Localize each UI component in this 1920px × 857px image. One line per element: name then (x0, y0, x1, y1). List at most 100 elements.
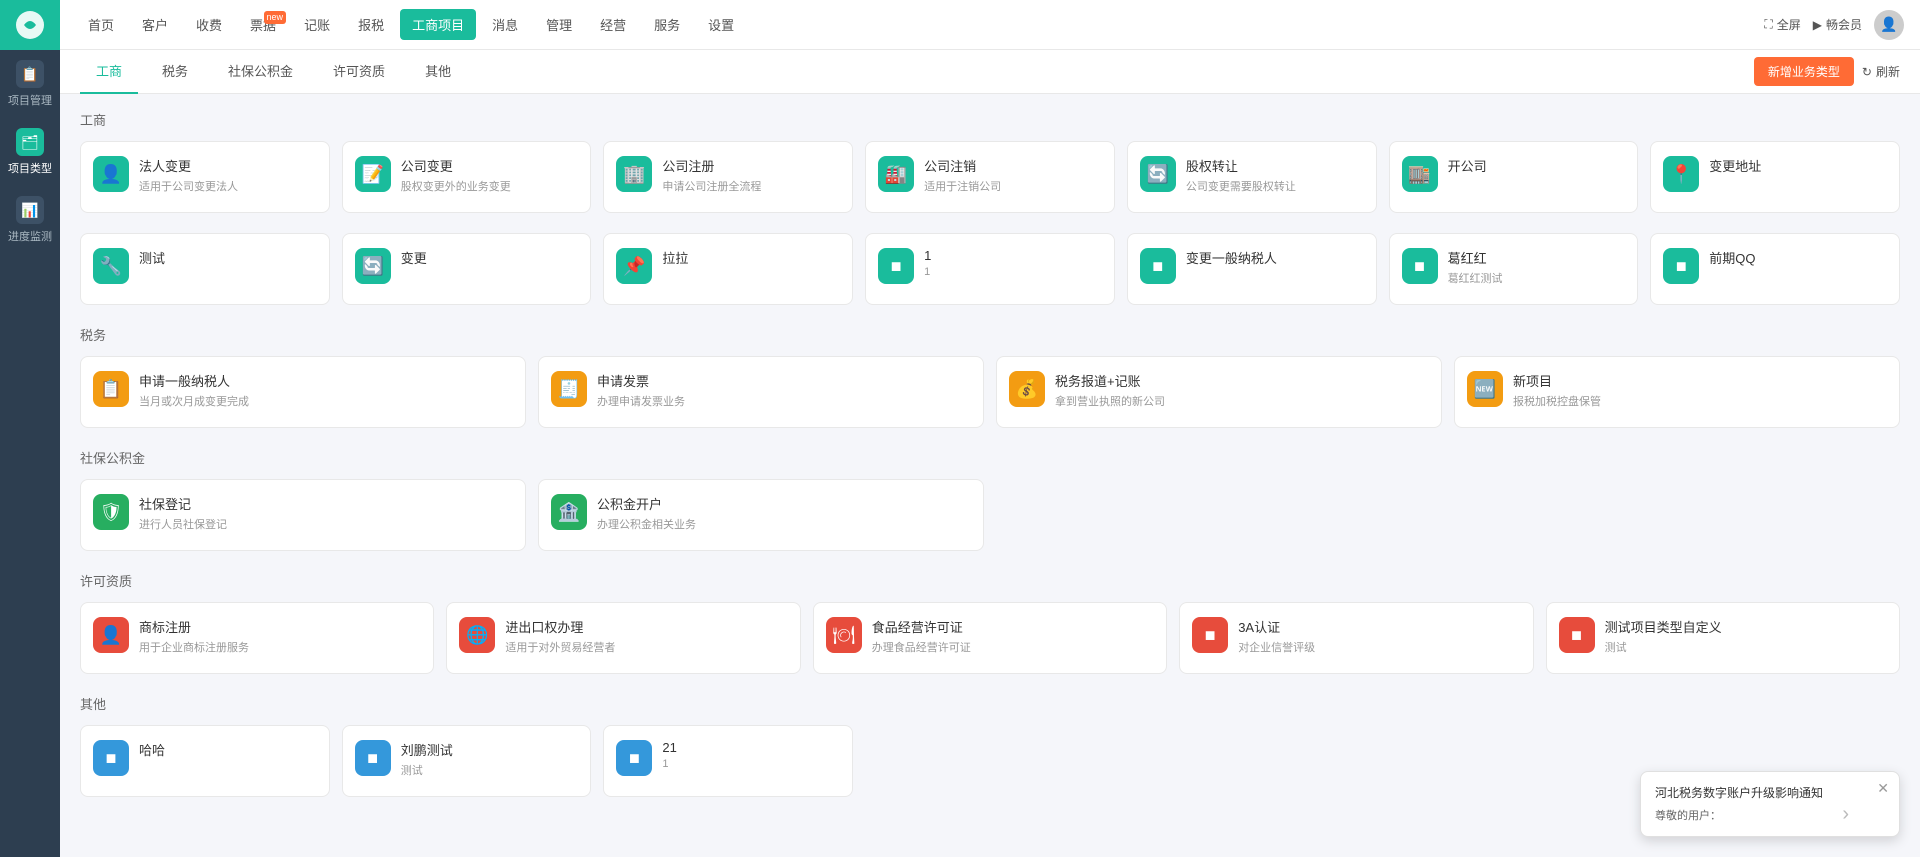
card-name-3a-cert: 3A认证 (1238, 617, 1520, 636)
card-icon-company-change: 📝 (355, 156, 391, 192)
card-name-apply-invoice: 申请发票 (597, 371, 971, 390)
subtab-other[interactable]: 其他 (409, 50, 467, 94)
card-liupengtest[interactable]: ■ 刘鹏测试 测试 (342, 725, 592, 797)
subtab-social[interactable]: 社保公积金 (212, 50, 309, 94)
fullscreen-btn[interactable]: ⛶ 全屏 (1764, 16, 1800, 33)
card-icon-import-export: 🌐 (459, 617, 495, 653)
topnav-billing[interactable]: 收费 (184, 9, 234, 40)
card-haha[interactable]: ■ 哈哈 (80, 725, 330, 797)
card-icon-change-general-tax: ■ (1140, 248, 1176, 284)
cards-grid-tax: 📋 申请一般纳税人 当月或次月成变更完成 🧾 申请发票 办理申请发票业务 💰 (80, 356, 1900, 428)
card-name-tax-report: 税务报道+记账 (1055, 371, 1429, 390)
card-food-license[interactable]: 🍽 食品经营许可证 办理食品经营许可证 (813, 602, 1167, 674)
card-import-export[interactable]: 🌐 进出口权办理 适用于对外贸易经营者 (446, 602, 800, 674)
card-icon-test-type: ■ (1559, 617, 1595, 653)
topnav-settings[interactable]: 设置 (696, 9, 746, 40)
topnav-customer[interactable]: 客户 (130, 9, 180, 40)
content-area: 工商 税务 社保公积金 许可资质 其他 新增业务类型 ↻ 刷新 工商 👤 (60, 50, 1920, 857)
vip-btn[interactable]: ▶ 畅会员 (1813, 16, 1862, 33)
section-title-other: 其他 (80, 694, 1900, 713)
card-test-type[interactable]: ■ 测试项目类型自定义 测试 (1546, 602, 1900, 674)
card-desc-tax-report: 拿到营业执照的新公司 (1055, 393, 1429, 409)
card-company-change[interactable]: 📝 公司变更 股权变更外的业务变更 (342, 141, 592, 213)
card-desc-one: 1 (924, 266, 1102, 278)
card-icon-open-company: 🏬 (1402, 156, 1438, 192)
card-icon-change: 🔄 (355, 248, 391, 284)
subtabs: 工商 税务 社保公积金 许可资质 其他 新增业务类型 ↻ 刷新 (60, 50, 1920, 94)
sidebar-item-progress-monitor[interactable]: 📊 进度监测 (0, 186, 60, 254)
card-gehonghong[interactable]: ■ 葛红红 葛红红测试 (1389, 233, 1639, 305)
project-manage-icon: 📋 (16, 60, 44, 88)
card-name-change: 变更 (401, 248, 579, 267)
card-desc-liupengtest: 测试 (401, 762, 579, 778)
card-name-gehonghong: 葛红红 (1448, 248, 1626, 267)
card-icon-fund-open: 🏦 (551, 494, 587, 530)
topnav-service[interactable]: 服务 (642, 9, 692, 40)
card-twentyone[interactable]: ■ 21 1 (603, 725, 853, 797)
new-type-button[interactable]: 新增业务类型 (1754, 57, 1854, 86)
sidebar-item-project-manage[interactable]: 📋 项目管理 (0, 50, 60, 118)
subtab-tax[interactable]: 税务 (146, 50, 204, 94)
topnav-message[interactable]: 消息 (480, 9, 530, 40)
card-3a-cert[interactable]: ■ 3A认证 对企业信誉评级 (1179, 602, 1533, 674)
card-test[interactable]: 🔧 测试 (80, 233, 330, 305)
card-social-register[interactable]: 🛡 社保登记 进行人员社保登记 (80, 479, 526, 551)
refresh-button[interactable]: ↻ 刷新 (1862, 63, 1900, 80)
card-name-company-register: 公司注册 (662, 156, 840, 175)
subtab-actions: 新增业务类型 ↻ 刷新 (1754, 57, 1900, 86)
card-name-one: 1 (924, 248, 1102, 263)
card-icon-haha: ■ (93, 740, 129, 776)
card-change[interactable]: 🔄 变更 (342, 233, 592, 305)
project-type-icon: 🗂 (16, 128, 44, 156)
refresh-icon: ↻ (1862, 65, 1872, 79)
card-fund-open[interactable]: 🏦 公积金开户 办理公积金相关业务 (538, 479, 984, 551)
card-tax-report-bookkeeping[interactable]: 💰 税务报道+记账 拿到营业执照的新公司 (996, 356, 1442, 428)
notification-arrow: › (1842, 803, 1849, 826)
card-name-import-export: 进出口权办理 (505, 617, 787, 636)
notification-close[interactable]: ✕ (1877, 780, 1889, 797)
topnav-invoice[interactable]: 票据 new (238, 9, 288, 40)
card-desc-twentyone: 1 (662, 758, 840, 770)
sidebar: 📋 项目管理 🗂 项目类型 📊 进度监测 (0, 0, 60, 857)
card-equity-transfer[interactable]: 🔄 股权转让 公司变更需要股权转让 (1127, 141, 1377, 213)
topnav-business[interactable]: 工商项目 (400, 9, 476, 40)
topnav-operation[interactable]: 经营 (588, 9, 638, 40)
card-legal-change[interactable]: 👤 法人变更 适用于公司变更法人 (80, 141, 330, 213)
card-qianqi-qq[interactable]: ■ 前期QQ (1650, 233, 1900, 305)
topnav: 首页 客户 收费 票据 new 记账 报税 工商项目 消息 管理 经营 服务 设… (60, 0, 1920, 50)
card-name-apply-general-tax: 申请一般纳税人 (139, 371, 513, 390)
card-desc-test-type: 测试 (1605, 639, 1887, 655)
subtab-business[interactable]: 工商 (80, 50, 138, 94)
avatar[interactable]: 👤 (1874, 10, 1904, 40)
card-name-test: 测试 (139, 248, 317, 267)
sidebar-logo[interactable] (0, 0, 60, 50)
card-apply-general-tax[interactable]: 📋 申请一般纳税人 当月或次月成变更完成 (80, 356, 526, 428)
topnav-home[interactable]: 首页 (76, 9, 126, 40)
card-desc-social-register: 进行人员社保登记 (139, 516, 513, 532)
card-icon-one: ■ (878, 248, 914, 284)
card-apply-invoice[interactable]: 🧾 申请发票 办理申请发票业务 (538, 356, 984, 428)
card-desc-company-register: 申请公司注册全流程 (662, 178, 840, 194)
cards-grid-social: 🛡 社保登记 进行人员社保登记 🏦 公积金开户 办理公积金相关业务 (80, 479, 1900, 551)
card-icon-apply-invoice: 🧾 (551, 371, 587, 407)
cards-grid-other: ■ 哈哈 ■ 刘鹏测试 测试 ■ 21 (80, 725, 1900, 797)
card-change-general-tax[interactable]: ■ 变更一般纳税人 (1127, 233, 1377, 305)
card-desc-3a-cert: 对企业信誉评级 (1238, 639, 1520, 655)
card-desc-import-export: 适用于对外贸易经营者 (505, 639, 787, 655)
topnav-manage[interactable]: 管理 (534, 9, 584, 40)
subtab-permit[interactable]: 许可资质 (317, 50, 401, 94)
card-new-project[interactable]: 🆕 新项目 报税加税控盘保管 (1454, 356, 1900, 428)
topnav-bookkeeping[interactable]: 记账 (292, 9, 342, 40)
topnav-tax[interactable]: 报税 (346, 9, 396, 40)
card-lala[interactable]: 📌 拉拉 (603, 233, 853, 305)
card-change-address[interactable]: 📍 变更地址 (1650, 141, 1900, 213)
card-desc-company-cancel: 适用于注销公司 (924, 178, 1102, 194)
card-icon-food-license: 🍽 (826, 617, 862, 653)
card-trademark[interactable]: 👤 商标注册 用于企业商标注册服务 (80, 602, 434, 674)
card-open-company[interactable]: 🏬 开公司 (1389, 141, 1639, 213)
card-company-register[interactable]: 🏢 公司注册 申请公司注册全流程 (603, 141, 853, 213)
card-one[interactable]: ■ 1 1 (865, 233, 1115, 305)
card-icon-3a-cert: ■ (1192, 617, 1228, 653)
sidebar-item-project-type[interactable]: 🗂 项目类型 (0, 118, 60, 186)
card-company-cancel[interactable]: 🏭 公司注销 适用于注销公司 (865, 141, 1115, 213)
